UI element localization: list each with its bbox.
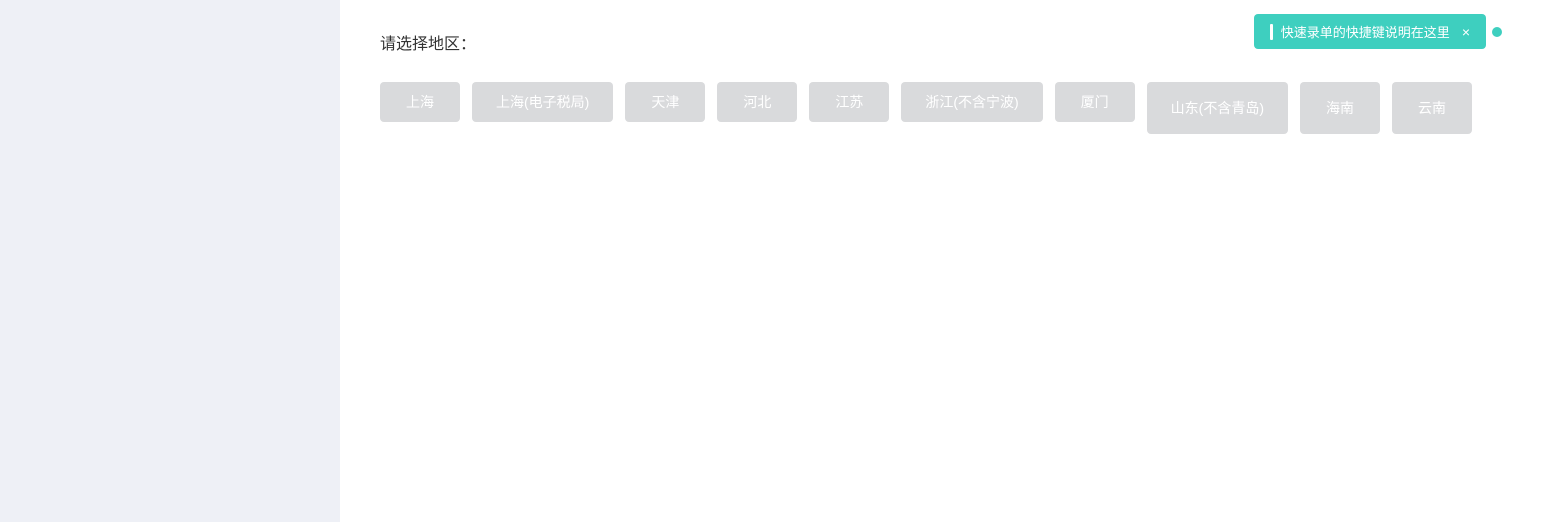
region-btn-3[interactable]: 河北 — [717, 82, 797, 122]
region-btn-4[interactable]: 江苏 — [809, 82, 889, 122]
region-btn-2[interactable]: 天津 — [625, 82, 705, 122]
region-row-2: 山东(不含青岛)海南云南 — [1147, 82, 1472, 134]
tooltip-bubble: 快速录单的快捷键说明在这里 × — [1254, 14, 1486, 49]
region-buttons: 上海上海(电子税局) 天津河北江苏浙江(不含宁波) 厦门 山东(不含青岛)海南云南 — [380, 82, 1522, 134]
bar-icon — [1270, 24, 1273, 40]
tooltip-dot — [1492, 27, 1502, 37]
region-btn-0[interactable]: 上海 — [380, 82, 460, 122]
tooltip-container: 快速录单的快捷键说明在这里 × — [1254, 14, 1502, 49]
region-row-1: 上海上海(电子税局) 天津河北江苏浙江(不含宁波) 厦门 — [380, 82, 1135, 122]
region-btn-r2-0[interactable]: 山东(不含青岛) — [1147, 82, 1288, 134]
sidebar — [0, 0, 340, 522]
close-icon[interactable]: × — [1462, 24, 1470, 40]
region-btn-6[interactable]: 厦门 — [1055, 82, 1135, 122]
main-content: 请选择地区： 上海上海(电子税局)天津河北江苏浙江(不含宁波)厦门 山东(不含青… — [340, 0, 1562, 522]
tooltip-text: 快速录单的快捷键说明在这里 — [1281, 22, 1450, 41]
region-btn-r2-1[interactable]: 海南 — [1300, 82, 1380, 134]
region-btn-5[interactable]: 浙江(不含宁波) — [901, 82, 1042, 122]
region-btn-1[interactable]: 上海(电子税局) — [472, 82, 613, 122]
region-btn-r2-2[interactable]: 云南 — [1392, 82, 1472, 134]
